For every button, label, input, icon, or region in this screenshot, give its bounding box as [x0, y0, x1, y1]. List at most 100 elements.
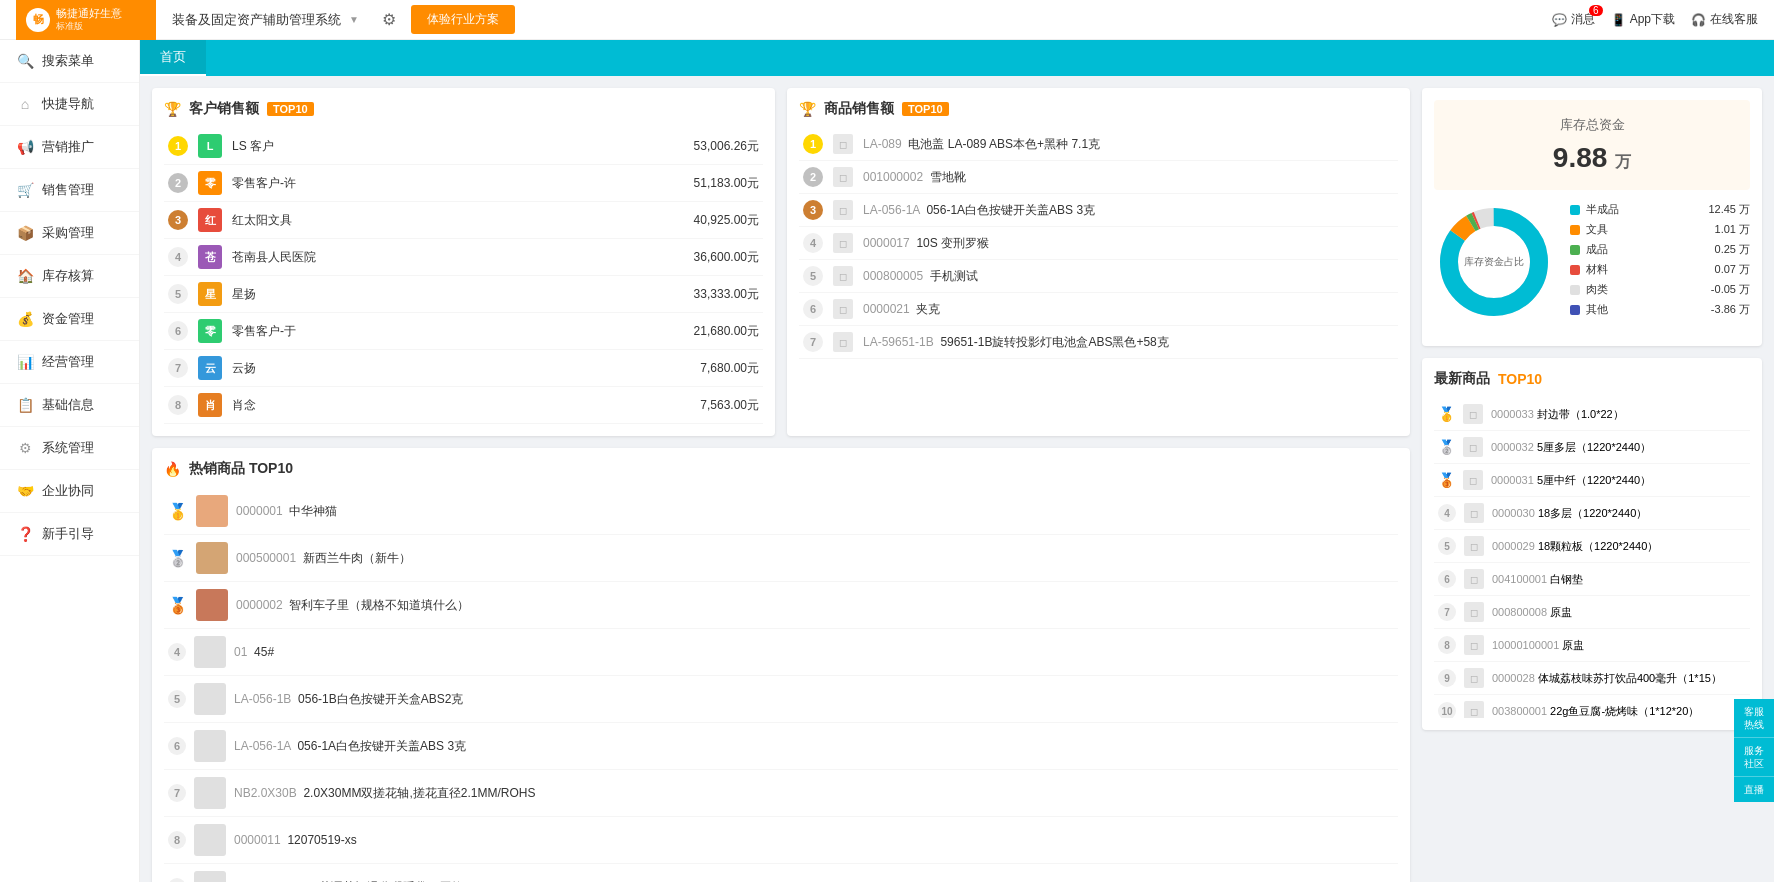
hot-products-list: 🥇 0000001 中华神猫 🥈 000500001 新西兰牛肉（新牛） 🥉 0… [164, 488, 1398, 882]
product-icon: ◻ [1464, 701, 1484, 718]
list-item: 3 红 红太阳文具 40,925.00元 [164, 202, 763, 239]
new-products-panel: 最新商品 TOP10 🥇 ◻ 0000033 封边带（1.0*22） 🥈 ◻ 0… [1422, 358, 1762, 730]
rank-number: 8 [168, 395, 188, 415]
online-service-button[interactable]: 🎧 在线客服 [1691, 11, 1758, 28]
rank-number: 7 [803, 332, 823, 352]
customer-avatar: 红 [198, 208, 222, 232]
message-button[interactable]: 💬 消息 6 [1552, 11, 1595, 28]
brand-sub: 标准版 [56, 20, 122, 33]
chart-area: 库存资金占比 半成品 12.45 万 文具 1.01 万 [1434, 190, 1750, 334]
rank-number: 4 [1438, 504, 1456, 522]
sidebar-item-search[interactable]: 🔍 搜索菜单 [0, 40, 139, 83]
list-item: 🥉 0000002 智利车子里（规格不知道填什么） [164, 582, 1398, 629]
app-download-button[interactable]: 📱 App下载 [1611, 11, 1675, 28]
rank-number: 6 [168, 321, 188, 341]
rank-number: 7 [168, 784, 186, 802]
sidebar-label-quick-nav: 快捷导航 [42, 95, 94, 113]
sidebar-item-operations[interactable]: 📊 经营管理 [0, 341, 139, 384]
rank-number: 1 [803, 134, 823, 154]
inventory-amount: 9.88 万 [1450, 142, 1734, 174]
sidebar-label-marketing: 营销推广 [42, 138, 94, 156]
list-item: 8 肖 肖念 7,563.00元 [164, 387, 763, 424]
fire-icon: 🔥 [164, 461, 181, 477]
finance-icon: 💰 [16, 310, 34, 328]
list-item: 2 零 零售客户-许 51,183.00元 [164, 165, 763, 202]
list-item: 4 苍 苍南县人民医院 36,600.00元 [164, 239, 763, 276]
left-panels: 🏆 客户销售额 TOP10 1 L LS 客户 53,006.26元 2 [152, 88, 1410, 882]
operations-icon: 📊 [16, 353, 34, 371]
sidebar-item-guide[interactable]: ❓ 新手引导 [0, 513, 139, 556]
sidebar-item-finance[interactable]: 💰 资金管理 [0, 298, 139, 341]
inventory-icon: 🏠 [16, 267, 34, 285]
sidebar-item-quick-nav[interactable]: ⌂ 快捷导航 [0, 83, 139, 126]
product-icon: ◻ [833, 299, 853, 319]
sidebar-label-purchase: 采购管理 [42, 224, 94, 242]
system-icon: ⚙ [16, 439, 34, 457]
sidebar-item-sales[interactable]: 🛒 销售管理 [0, 169, 139, 212]
product-image [194, 683, 226, 715]
hot-products-panel: 🔥 热销商品 TOP10 🥇 0000001 中华神猫 🥈 000500001 … [152, 448, 1410, 882]
sidebar-item-system[interactable]: ⚙ 系统管理 [0, 427, 139, 470]
sidebar-label-basic-info: 基础信息 [42, 396, 94, 414]
tab-home-label: 首页 [160, 48, 186, 66]
content-area: 🏆 客户销售额 TOP10 1 L LS 客户 53,006.26元 2 [140, 76, 1774, 882]
product-image [194, 636, 226, 668]
product-icon: ◻ [833, 233, 853, 253]
legend-item: 其他 -3.86 万 [1570, 302, 1750, 317]
customer-rank-list: 1 L LS 客户 53,006.26元 2 零 零售客户-许 51,183.0… [164, 128, 763, 424]
legend-dot [1570, 285, 1580, 295]
nav-tabs: 首页 [140, 40, 1774, 76]
product-image [194, 871, 226, 882]
trial-btn[interactable]: 体验行业方案 [411, 5, 515, 34]
settings-button[interactable]: ⚙ [375, 6, 403, 34]
product-image [196, 542, 228, 574]
sidebar-item-cooperation[interactable]: 🤝 企业协同 [0, 470, 139, 513]
customer-rank-panel: 🏆 客户销售额 TOP10 1 L LS 客户 53,006.26元 2 [152, 88, 775, 436]
rank-number: 5 [168, 690, 186, 708]
product-icon: ◻ [1463, 404, 1483, 424]
medal-gold-icon: 🥇 [168, 502, 188, 521]
tab-home[interactable]: 首页 [140, 40, 206, 76]
list-item: 7 ◻ LA-59651-1B 59651-1B旋转投影灯电池盒ABS黑色+58… [799, 326, 1398, 359]
product-icon: ◻ [833, 266, 853, 286]
list-item: 5 LA-056-1B 056-1B白色按键开关盒ABS2克 [164, 676, 1398, 723]
basic-info-icon: 📋 [16, 396, 34, 414]
brand-area: 畅 畅捷通好生意 标准版 [16, 0, 156, 40]
product-icon: ◻ [833, 332, 853, 352]
product-icon: ◻ [833, 167, 853, 187]
list-item: 4 ◻ 0000017 10S 变刑罗猴 [799, 227, 1398, 260]
list-item: 10 ◻ 003800001 22g鱼豆腐-烧烤味（1*12*20） [1434, 695, 1750, 718]
product-rank-panel: 🏆 商品销售额 TOP10 1 ◻ LA-089 电池盖 LA-089 ABS本… [787, 88, 1410, 436]
sidebar-label-search: 搜索菜单 [42, 52, 94, 70]
rank-number: 5 [168, 284, 188, 304]
purchase-icon: 📦 [16, 224, 34, 242]
top-header: 畅 畅捷通好生意 标准版 装备及固定资产辅助管理系统 ▼ ⚙ 体验行业方案 💬 … [0, 0, 1774, 40]
service-community-btn[interactable]: 服务社区 [1734, 738, 1774, 777]
product-icon: ◻ [1464, 668, 1484, 688]
rank-number: 8 [168, 831, 186, 849]
product-icon: ◻ [833, 134, 853, 154]
live-stream-btn[interactable]: 直播 [1734, 777, 1774, 802]
product-icon: ◻ [833, 200, 853, 220]
system-selector[interactable]: 装备及固定资产辅助管理系统 ▼ [156, 11, 375, 29]
legend-item: 材料 0.07 万 [1570, 262, 1750, 277]
sidebar-label-cooperation: 企业协同 [42, 482, 94, 500]
list-item: 5 星 星扬 33,333.00元 [164, 276, 763, 313]
list-item: 1 L LS 客户 53,006.26元 [164, 128, 763, 165]
customer-service-btn[interactable]: 客服热线 [1734, 699, 1774, 738]
new-products-title: 最新商品 TOP10 [1434, 370, 1750, 388]
list-item: 4 01 45# [164, 629, 1398, 676]
donut-chart: 库存资金占比 [1434, 202, 1554, 322]
sidebar-item-inventory[interactable]: 🏠 库存核算 [0, 255, 139, 298]
sidebar-item-basic-info[interactable]: 📋 基础信息 [0, 384, 139, 427]
product-image [196, 589, 228, 621]
list-item: 7 NB2.0X30B 2.0X30MM双搓花轴,搓花直径2.1MM/ROHS [164, 770, 1398, 817]
list-item: 1 ◻ LA-089 电池盖 LA-089 ABS本色+黑种 7.1克 [799, 128, 1398, 161]
sidebar-item-purchase[interactable]: 📦 采购管理 [0, 212, 139, 255]
rank-number: 4 [168, 643, 186, 661]
sidebar: 🔍 搜索菜单 ⌂ 快捷导航 📢 营销推广 🛒 销售管理 📦 采购管理 🏠 库存核… [0, 40, 140, 882]
legend-item: 成品 0.25 万 [1570, 242, 1750, 257]
sidebar-item-marketing[interactable]: 📢 营销推广 [0, 126, 139, 169]
customer-avatar: 零 [198, 319, 222, 343]
list-item: 6 ◻ 004100001 白钢垫 [1434, 563, 1750, 596]
